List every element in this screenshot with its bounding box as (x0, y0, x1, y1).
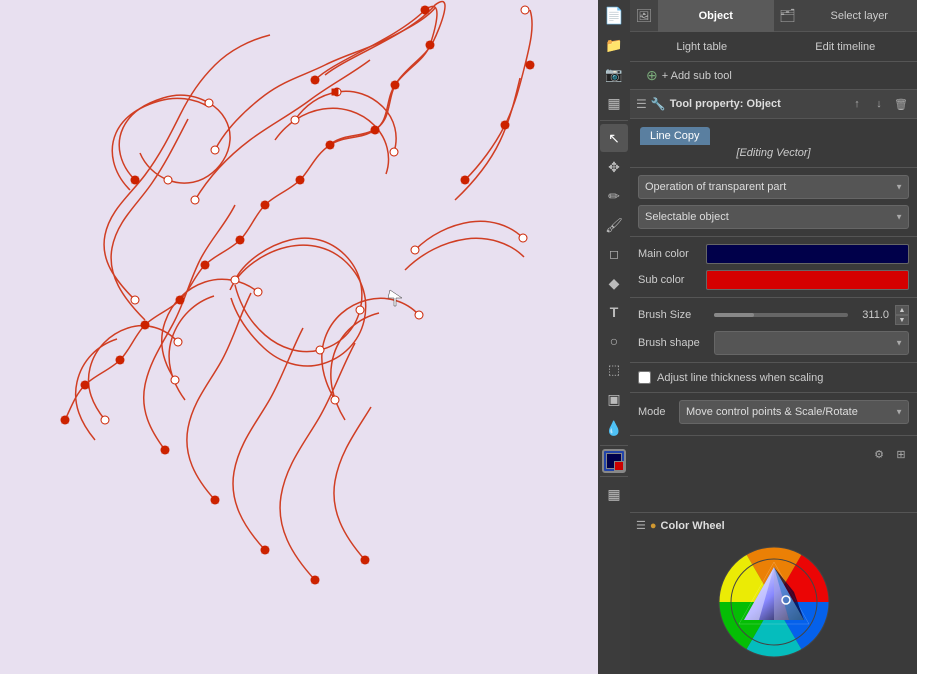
canvas-area (0, 0, 630, 674)
tool-cursor[interactable]: ↖ (600, 124, 628, 152)
tool-eyedropper[interactable]: 💧 (600, 414, 628, 442)
edit-timeline-tab[interactable]: Edit timeline (774, 32, 918, 62)
tool-fill[interactable]: ◆ (600, 269, 628, 297)
object-tab[interactable]: Object (658, 0, 774, 32)
select-icon: 🗂 (779, 8, 796, 24)
brush-shape-select[interactable] (714, 331, 909, 355)
add-sub-tool-row: ⊕ + Add sub tool (630, 62, 917, 90)
light-table-tab[interactable]: Light table (630, 32, 774, 62)
wrench-icon: 🔧 (651, 97, 666, 111)
brush-shape-label: Brush shape (638, 337, 708, 349)
tab-row: Line Copy (630, 119, 917, 145)
extra-btn-1[interactable]: ⚙ (869, 444, 889, 464)
select-layer-tab[interactable]: Select layer (802, 0, 918, 32)
property-header: ☰ 🔧 Tool property: Object ↑ ↓ 🗑 (630, 90, 917, 119)
panel-top-row1: 🖼 Object 🗂 Select layer (630, 0, 917, 32)
brush-shape-row: Brush shape (630, 328, 917, 358)
selectable-object-row: Selectable object (630, 202, 917, 232)
hamburger-icon: ☰ (636, 97, 647, 111)
mode-wrapper: Move control points & Scale/Rotate (679, 400, 909, 424)
add-sub-tool-btn[interactable]: ⊕ + Add sub tool (638, 63, 740, 88)
tool-folder[interactable]: 📁 (600, 31, 628, 59)
tool-shape[interactable]: ○ (600, 327, 628, 355)
line-copy-tab[interactable]: Line Copy (640, 127, 710, 145)
color-wheel-header: ☰ ● Color Wheel (630, 517, 917, 534)
color-wheel-dot-icon: ● (650, 520, 657, 532)
main-color-swatch[interactable] (706, 244, 909, 264)
brush-size-up-btn[interactable]: ▲ (895, 305, 909, 315)
selectable-object-select[interactable]: Selectable object (638, 205, 909, 229)
tool-select-area[interactable]: ⬚ (600, 356, 628, 384)
sub-color-swatch[interactable] (706, 270, 909, 290)
import-icon: ↓ (876, 98, 882, 110)
color-wheel-container[interactable] (630, 534, 917, 670)
cw-hamburger-icon: ☰ (636, 519, 646, 532)
mode-select[interactable]: Move control points & Scale/Rotate (679, 400, 909, 424)
delete-settings-btn[interactable]: 🗑 (891, 94, 911, 114)
color-wheel-title: Color Wheel (661, 520, 725, 532)
color-wheel-section: ☰ ● Color Wheel (630, 512, 917, 674)
sub-color-label: Sub color (638, 274, 698, 286)
tool-new[interactable]: 📄 (600, 2, 628, 30)
panel-icon-right[interactable]: 🗂 (774, 0, 802, 32)
plus-circle-icon: ⊕ (646, 67, 658, 84)
brush-shape-wrapper (714, 331, 909, 355)
extra-icon-1: ⚙ (874, 448, 884, 461)
property-title: Tool property: Object (670, 98, 781, 110)
adjust-line-row: Adjust line thickness when scaling (630, 367, 917, 388)
tool-text[interactable]: T (600, 298, 628, 326)
panel-top-row2: Light table Edit timeline (630, 32, 917, 62)
extra-icon-2: ⊞ (896, 448, 905, 461)
brush-size-value: 311.0 (854, 309, 889, 321)
tool-extra[interactable]: ▦ (600, 480, 628, 508)
adjust-line-label: Adjust line thickness when scaling (657, 372, 823, 384)
tool-brush[interactable]: 🖌 (600, 211, 628, 239)
tool-gradient[interactable]: ▣ (600, 385, 628, 413)
tool-camera[interactable]: 📷 (600, 60, 628, 88)
color-wheel-svg[interactable] (714, 542, 834, 662)
sub-color-row: Sub color (630, 267, 917, 293)
object-icon: 🖼 (636, 8, 653, 24)
left-toolbar: 📄 📁 📷 ▦ ↖ ✥ ✏ 🖌 ◻ ◆ T ○ ⬚ ▣ 💧 ▦ (598, 0, 630, 674)
export-icon: ↑ (854, 98, 860, 110)
brush-size-label: Brush Size (638, 309, 708, 321)
tool-color-main[interactable] (602, 449, 626, 473)
tool-property-panel: ☰ 🔧 Tool property: Object ↑ ↓ 🗑 Line Cop… (630, 90, 917, 512)
brush-size-down-btn[interactable]: ▼ (895, 315, 909, 325)
mode-label: Mode (638, 406, 673, 418)
export-settings-btn[interactable]: ↑ (847, 94, 867, 114)
adjust-line-checkbox[interactable] (638, 371, 651, 384)
tool-eraser[interactable]: ◻ (600, 240, 628, 268)
mode-row: Mode Move control points & Scale/Rotate (630, 397, 917, 427)
right-panel: 🖼 Object 🗂 Select layer Light table Edit… (630, 0, 917, 674)
property-icon-group: ↑ ↓ 🗑 (847, 94, 911, 114)
selectable-object-wrapper: Selectable object (638, 205, 909, 229)
import-settings-btn[interactable]: ↓ (869, 94, 889, 114)
brush-size-row: Brush Size 311.0 ▲ ▼ (630, 302, 917, 328)
brush-size-slider[interactable] (714, 313, 848, 317)
main-color-row: Main color (630, 241, 917, 267)
operation-transparent-row: Operation of transparent part (630, 172, 917, 202)
operation-transparent-wrapper: Operation of transparent part (638, 175, 909, 199)
panel-icon-left[interactable]: 🖼 (630, 0, 658, 32)
tool-pen[interactable]: ✏ (600, 182, 628, 210)
tool-move[interactable]: ✥ (600, 153, 628, 181)
operation-transparent-select[interactable]: Operation of transparent part (638, 175, 909, 199)
editing-vector-label: [Editing Vector] (630, 145, 917, 163)
trash-icon: 🗑 (894, 98, 908, 111)
tool-layers[interactable]: ▦ (600, 89, 628, 117)
extra-icons-row: ⚙ ⊞ (630, 440, 917, 468)
brush-size-spinners: ▲ ▼ (895, 305, 909, 325)
extra-btn-2[interactable]: ⊞ (891, 444, 911, 464)
main-color-label: Main color (638, 248, 698, 260)
